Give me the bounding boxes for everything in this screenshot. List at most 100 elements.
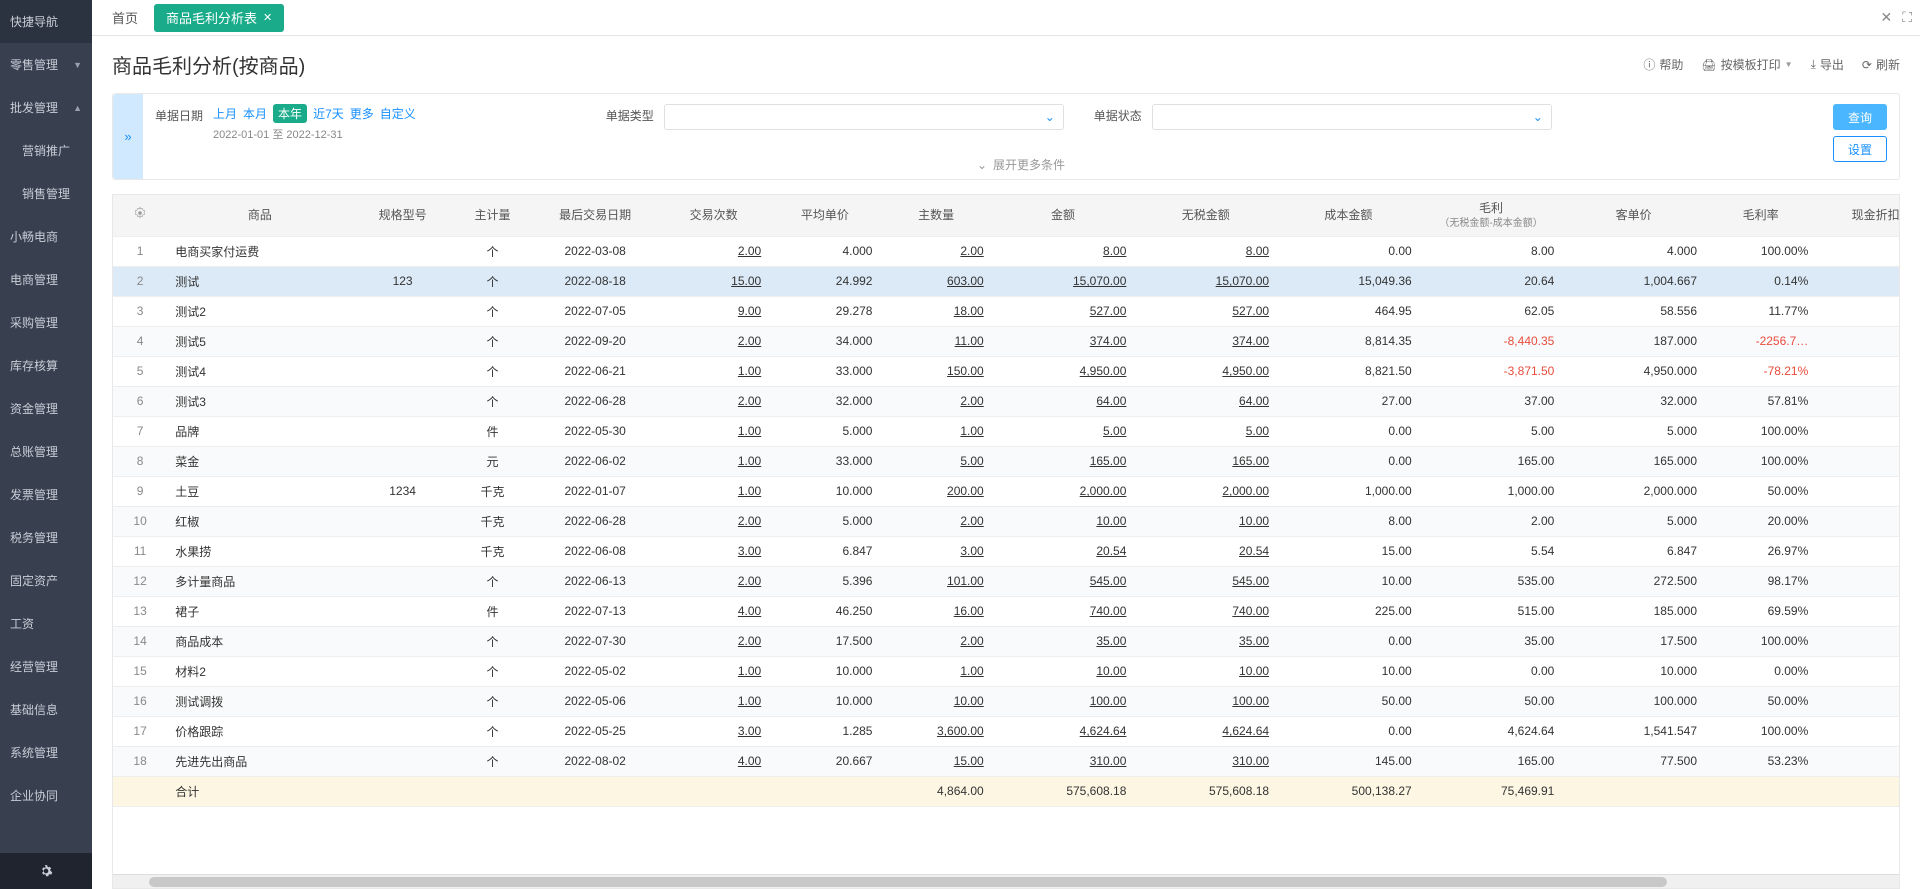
- page-title: 商品毛利分析(按商品): [112, 50, 305, 79]
- print-link[interactable]: 🖨 按模板打印 ▼: [1701, 56, 1792, 73]
- gear-icon: [39, 864, 53, 878]
- close-icon[interactable]: ✕: [263, 11, 272, 24]
- sidebar-item-9[interactable]: 资金管理: [0, 387, 92, 430]
- col-header[interactable]: 客单价: [1562, 195, 1705, 236]
- sidebar-item-8[interactable]: 库存核算: [0, 344, 92, 387]
- table-scroll[interactable]: 商品规格型号主计量最后交易日期交易次数平均单价主数量金额无税金额成本金额毛利（无…: [113, 195, 1899, 874]
- table-row[interactable]: 11水果捞千克2022-06-083.006.8473.0020.5420.54…: [113, 536, 1899, 566]
- date-shortcut[interactable]: 本年: [273, 104, 307, 123]
- sidebar-item-11[interactable]: 发票管理: [0, 473, 92, 516]
- col-header[interactable]: 金额: [992, 195, 1135, 236]
- sidebar-item-2[interactable]: 批发管理▲: [0, 86, 92, 129]
- table-row[interactable]: 12多计量商品个2022-06-132.005.396101.00545.005…: [113, 566, 1899, 596]
- table-row[interactable]: 13裙子件2022-07-134.0046.25016.00740.00740.…: [113, 596, 1899, 626]
- table-row[interactable]: 5测试4个2022-06-211.0033.000150.004,950.004…: [113, 356, 1899, 386]
- filter-type-select[interactable]: ⌄: [664, 104, 1064, 130]
- fullscreen-icon[interactable]: ⛶: [1902, 9, 1912, 26]
- col-header[interactable]: 无税金额: [1134, 195, 1277, 236]
- sidebar: 快捷导航零售管理▼批发管理▲营销推广销售管理小畅电商电商管理采购管理库存核算资金…: [0, 0, 92, 889]
- table-row[interactable]: 9土豆1234千克2022-01-071.0010.000200.002,000…: [113, 476, 1899, 506]
- table-row[interactable]: 18先进先出商品个2022-08-024.0020.66715.00310.00…: [113, 746, 1899, 776]
- col-header[interactable]: 毛利率: [1705, 195, 1816, 236]
- refresh-icon: ⟳: [1862, 58, 1872, 72]
- filter-collapse-toggle[interactable]: »: [113, 94, 143, 179]
- tabs-right: ✕ ⛶: [1880, 9, 1912, 26]
- sidebar-item-6[interactable]: 电商管理: [0, 258, 92, 301]
- tab-profit-analysis[interactable]: 商品毛利分析表 ✕: [154, 4, 284, 32]
- col-header[interactable]: 毛利（无税金额-成本金额）: [1420, 195, 1563, 236]
- sidebar-item-12[interactable]: 税务管理: [0, 516, 92, 559]
- expand-conditions[interactable]: ⌄ 展开更多条件: [155, 150, 1887, 179]
- refresh-link[interactable]: ⟳ 刷新: [1862, 56, 1900, 73]
- table-row[interactable]: 14商品成本个2022-07-302.0017.5002.0035.0035.0…: [113, 626, 1899, 656]
- table-row[interactable]: 3测试2个2022-07-059.0029.27818.00527.00527.…: [113, 296, 1899, 326]
- date-shortcut[interactable]: 上月: [213, 105, 237, 122]
- col-header[interactable]: 最后交易日期: [532, 195, 658, 236]
- filter-date: 单据日期 上月本月本年近7天更多自定义 2022-01-01 至 2022-12…: [155, 104, 416, 142]
- col-header[interactable]: 交易次数: [658, 195, 769, 236]
- table-row[interactable]: 4测试5个2022-09-202.0034.00011.00374.00374.…: [113, 326, 1899, 356]
- table-wrap: 商品规格型号主计量最后交易日期交易次数平均单价主数量金额无税金额成本金额毛利（无…: [112, 194, 1900, 889]
- tabs-bar: 首页 商品毛利分析表 ✕ ✕ ⛶: [92, 0, 1920, 36]
- close-all-icon[interactable]: ✕: [1880, 9, 1892, 26]
- sidebar-item-10[interactable]: 总账管理: [0, 430, 92, 473]
- sidebar-item-15[interactable]: 经营管理: [0, 645, 92, 688]
- date-shortcut[interactable]: 近7天: [313, 105, 344, 122]
- export-icon: ⤓: [1811, 57, 1816, 72]
- horizontal-scrollbar[interactable]: [113, 874, 1899, 888]
- table-row[interactable]: 6测试3个2022-06-282.0032.0002.0064.0064.002…: [113, 386, 1899, 416]
- sidebar-item-14[interactable]: 工资: [0, 602, 92, 645]
- date-shortcut[interactable]: 自定义: [380, 105, 416, 122]
- sidebar-item-13[interactable]: 固定资产: [0, 559, 92, 602]
- sum-row: 合计4,864.00575,608.18575,608.18500,138.27…: [113, 776, 1899, 806]
- tab-label: 商品毛利分析表: [166, 8, 257, 27]
- sidebar-item-3[interactable]: 营销推广: [0, 129, 92, 172]
- help-link[interactable]: ⓘ 帮助: [1643, 56, 1683, 73]
- sidebar-item-17[interactable]: 系统管理: [0, 731, 92, 774]
- sidebar-item-5[interactable]: 小畅电商: [0, 215, 92, 258]
- sidebar-settings[interactable]: [0, 853, 92, 889]
- table-gear[interactable]: [113, 195, 167, 236]
- date-range: 2022-01-01 至 2022-12-31: [213, 126, 416, 142]
- date-shortcut[interactable]: 本月: [243, 105, 267, 122]
- col-header[interactable]: 主数量: [880, 195, 991, 236]
- col-header[interactable]: 规格型号: [353, 195, 453, 236]
- col-header[interactable]: 平均单价: [769, 195, 880, 236]
- sidebar-item-18[interactable]: 企业协同: [0, 774, 92, 817]
- col-header[interactable]: 商品: [167, 195, 352, 236]
- double-chevron-down-icon: ⌄: [977, 158, 987, 172]
- table-row[interactable]: 17价格跟踪个2022-05-253.001.2853,600.004,624.…: [113, 716, 1899, 746]
- col-header[interactable]: 现金折扣金额: [1816, 195, 1899, 236]
- chevron-down-icon: ⌄: [1045, 110, 1055, 124]
- date-shortcut[interactable]: 更多: [350, 105, 374, 122]
- caret-down-icon: ▼: [1785, 60, 1793, 69]
- gear-icon: [133, 206, 147, 220]
- table-row[interactable]: 15材料2个2022-05-021.0010.0001.0010.0010.00…: [113, 656, 1899, 686]
- filter-bar: » 单据日期 上月本月本年近7天更多自定义 2022-01-01 至 2022-…: [112, 93, 1900, 180]
- table-row[interactable]: 8菜金元2022-06-021.0033.0005.00165.00165.00…: [113, 446, 1899, 476]
- sidebar-item-16[interactable]: 基础信息: [0, 688, 92, 731]
- col-header[interactable]: 成本金额: [1277, 195, 1420, 236]
- table-row[interactable]: 1电商买家付运费个2022-03-082.004.0002.008.008.00…: [113, 236, 1899, 266]
- sidebar-item-1[interactable]: 零售管理▼: [0, 43, 92, 86]
- scrollbar-thumb[interactable]: [149, 877, 1667, 887]
- search-button[interactable]: 查询: [1833, 104, 1887, 130]
- sidebar-item-7[interactable]: 采购管理: [0, 301, 92, 344]
- tab-home[interactable]: 首页: [100, 4, 150, 32]
- filter-buttons: 查询 设置: [1833, 104, 1887, 162]
- sidebar-item-0[interactable]: 快捷导航: [0, 0, 92, 43]
- settings-button[interactable]: 设置: [1833, 136, 1887, 162]
- table-row[interactable]: 16测试调拨个2022-05-061.0010.00010.00100.0010…: [113, 686, 1899, 716]
- filter-status: 单据状态 ⌄: [1094, 104, 1552, 130]
- col-header[interactable]: 主计量: [453, 195, 533, 236]
- filter-status-select[interactable]: ⌄: [1152, 104, 1552, 130]
- filter-date-label: 单据日期: [155, 104, 203, 124]
- filter-type: 单据类型 ⌄: [606, 104, 1064, 130]
- date-shortcuts: 上月本月本年近7天更多自定义: [213, 104, 416, 123]
- table-row[interactable]: 2测试123个2022-08-1815.0024.992603.0015,070…: [113, 266, 1899, 296]
- sidebar-item-4[interactable]: 销售管理: [0, 172, 92, 215]
- table-row[interactable]: 7品牌件2022-05-301.005.0001.005.005.000.005…: [113, 416, 1899, 446]
- table-row[interactable]: 10红椒千克2022-06-282.005.0002.0010.0010.008…: [113, 506, 1899, 536]
- export-link[interactable]: ⤓ 导出: [1811, 56, 1844, 73]
- chevron-down-icon: ⌄: [1533, 110, 1543, 124]
